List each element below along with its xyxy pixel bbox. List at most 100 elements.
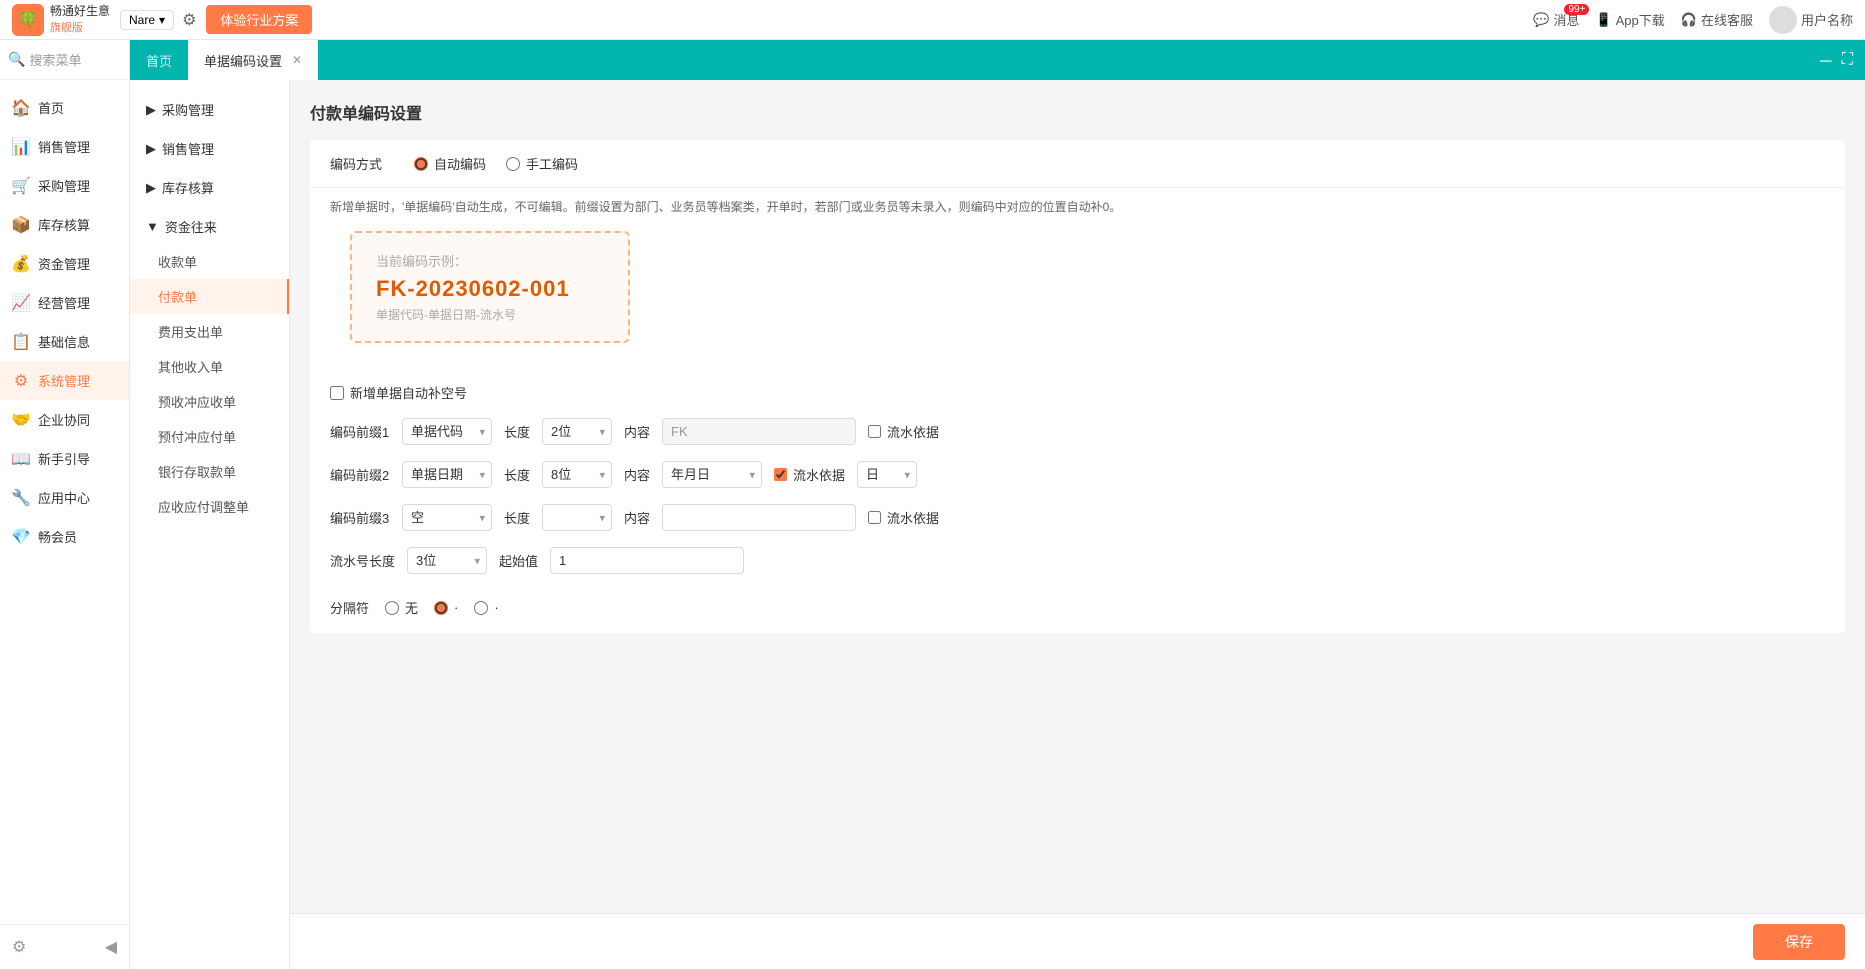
prefix3-select[interactable]: 空 单据代码 部门 业务员: [402, 504, 492, 531]
sidebar-label-finance: 资金管理: [38, 254, 90, 273]
avatar: [1769, 6, 1797, 34]
prefix3-serial-checkbox[interactable]: [868, 511, 881, 524]
auto-encode-radio[interactable]: [414, 157, 428, 171]
prefix2-length-wrapper: 8位 6位 4位: [542, 461, 612, 488]
sub-sidebar-item-adjust[interactable]: 应收应付调整单: [130, 489, 289, 524]
example-area: 当前编码示例： FK-20230602-001 单据代码-单据日期-流水号: [310, 231, 1845, 375]
serial-length-row: 流水号长度 3位 4位 5位 6位 起始值: [330, 547, 1825, 574]
prefix1-serial-checkbox[interactable]: [868, 425, 881, 438]
manual-encode-option[interactable]: 手工编码: [506, 154, 578, 173]
manual-encode-radio[interactable]: [506, 157, 520, 171]
sidebar-label-sales: 销售管理: [38, 137, 90, 156]
gear-icon[interactable]: ⚙: [182, 10, 196, 30]
prefix1-serial-follow[interactable]: 流水依据: [868, 422, 939, 441]
separator-dot-radio[interactable]: [434, 601, 448, 615]
sidebar-label-member: 畅会员: [38, 527, 77, 546]
sidebar-item-finance[interactable]: 💰 资金管理: [0, 244, 129, 283]
sidebar-item-member[interactable]: 💎 畅会员: [0, 517, 129, 556]
prefix2-length-select[interactable]: 8位 6位 4位: [542, 461, 612, 488]
separator-custom-label: ·: [494, 600, 498, 615]
prefix1-select[interactable]: 单据代码 部门 业务员 空: [402, 418, 492, 445]
maximize-button[interactable]: ⛶: [1842, 51, 1853, 69]
prefix3-serial-follow[interactable]: 流水依据: [868, 508, 939, 527]
sub-sidebar-item-payment[interactable]: 付款单: [130, 279, 289, 314]
form-section: 编码前缀1 单据代码 部门 业务员 空 长度: [310, 418, 1845, 598]
separator-none-label: 无: [405, 598, 418, 617]
sub-sidebar-item-bank[interactable]: 银行存取款单: [130, 454, 289, 489]
sub-sidebar-item-other-income[interactable]: 其他收入单: [130, 349, 289, 384]
user-item[interactable]: 用户名称: [1769, 6, 1853, 34]
example-box: 当前编码示例： FK-20230602-001 单据代码-单据日期-流水号: [350, 231, 630, 343]
sidebar-search[interactable]: 🔍 搜索菜单: [0, 40, 129, 80]
sidebar-item-sales[interactable]: 📊 销售管理: [0, 127, 129, 166]
app-download-label: App下载: [1616, 10, 1665, 29]
settings-icon[interactable]: ⚙: [12, 937, 26, 957]
separator-none-radio[interactable]: [385, 601, 399, 615]
sidebar-item-system[interactable]: ⚙ 系统管理: [0, 361, 129, 400]
auto-encode-option[interactable]: 自动编码: [414, 154, 486, 173]
prefix3-length-select[interactable]: [542, 504, 612, 531]
sidebar-label-operation: 经营管理: [38, 293, 90, 312]
sub-sidebar-finance-title[interactable]: ▼ 资金往来: [130, 209, 289, 244]
download-icon: 📱: [1595, 12, 1611, 28]
serial-length-select[interactable]: 3位 4位 5位 6位: [407, 547, 487, 574]
sidebar-item-home[interactable]: 🏠 首页: [0, 88, 129, 127]
minimize-button[interactable]: －: [1818, 48, 1834, 72]
sub-sidebar-item-receipt[interactable]: 收款单: [130, 244, 289, 279]
prefix1-length-wrapper: 2位 3位 4位: [542, 418, 612, 445]
message-item[interactable]: 💬 消息 99+: [1533, 10, 1579, 29]
example-label: 当前编码示例：: [376, 251, 604, 270]
sub-sidebar-item-prepay-recv[interactable]: 预收冲应收单: [130, 384, 289, 419]
app-download-item[interactable]: 📱 App下载: [1595, 10, 1664, 29]
topbar-right: 💬 消息 99+ 📱 App下载 🎧 在线客服 用户名称: [1533, 6, 1853, 34]
chevron-down-icon: ▾: [159, 13, 165, 27]
guide-icon: 📖: [12, 450, 30, 468]
sub-sidebar-purchase-title[interactable]: ▶ 采购管理: [130, 92, 289, 127]
new-auto-fill-input[interactable]: [330, 386, 344, 400]
user-name: 用户名称: [1801, 10, 1853, 29]
tabbar-actions: － ⛶: [1818, 48, 1865, 72]
prefix2-serial-checkbox[interactable]: [774, 468, 787, 481]
sidebar-item-operation[interactable]: 📈 经营管理: [0, 283, 129, 322]
sub-sidebar-item-prepay-pay[interactable]: 预付冲应付单: [130, 419, 289, 454]
save-button[interactable]: 保存: [1753, 924, 1845, 960]
purchase-icon: 🛒: [12, 177, 30, 195]
prefix2-content-select[interactable]: 年月日 年月 年: [662, 461, 762, 488]
prefix1-length-select[interactable]: 2位 3位 4位: [542, 418, 612, 445]
sidebar-item-basic[interactable]: 📋 基础信息: [0, 322, 129, 361]
sub-sidebar-sales-title[interactable]: ▶ 销售管理: [130, 131, 289, 166]
main-content: 付款单编码设置 编码方式 自动编码: [290, 80, 1865, 913]
tab-home[interactable]: 首页: [130, 40, 188, 80]
tab-encoding[interactable]: 单据编码设置 ✕: [188, 40, 318, 80]
sidebar-item-guide[interactable]: 📖 新手引导: [0, 439, 129, 478]
trial-button[interactable]: 体验行业方案: [206, 5, 312, 34]
company-select[interactable]: Nare ▾: [120, 10, 174, 30]
sidebar-item-apps[interactable]: 🔧 应用中心: [0, 478, 129, 517]
main-layout: 🔍 搜索菜单 🏠 首页 📊 销售管理 🛒 采购管理 📦 库存核算 💰: [0, 40, 1865, 969]
day-select[interactable]: 日 月 年: [857, 461, 917, 488]
sub-sidebar-inventory-title[interactable]: ▶ 库存核算: [130, 170, 289, 205]
close-icon[interactable]: ✕: [292, 53, 302, 67]
separator-custom-radio[interactable]: [474, 601, 488, 615]
prefix2-serial-follow[interactable]: 流水依据: [774, 465, 845, 484]
tab-encoding-label: 单据编码设置: [204, 51, 282, 70]
prefix3-content-input[interactable]: [662, 504, 856, 531]
sidebar-item-enterprise[interactable]: 🤝 企业协同: [0, 400, 129, 439]
new-auto-fill-checkbox[interactable]: 新增单据自动补空号: [330, 383, 467, 402]
prefix2-select[interactable]: 单据日期 部门 业务员 空: [402, 461, 492, 488]
sub-sidebar-item-expense[interactable]: 费用支出单: [130, 314, 289, 349]
sub-sidebar: ▶ 采购管理 ▶ 销售管理 ▶ 库存核算: [130, 80, 290, 969]
content-wrapper: 首页 单据编码设置 ✕ － ⛶ ▶ 采购管理: [130, 40, 1865, 969]
start-value-input[interactable]: [550, 547, 744, 574]
online-service-label: 在线客服: [1701, 10, 1753, 29]
sidebar-item-inventory[interactable]: 📦 库存核算: [0, 205, 129, 244]
day-select-wrapper: 日 月 年: [857, 461, 917, 488]
separator-dot[interactable]: ·: [434, 600, 458, 615]
separator-none[interactable]: 无: [385, 598, 418, 617]
collapse-icon[interactable]: ◀: [105, 937, 117, 957]
sidebar-item-purchase[interactable]: 🛒 采购管理: [0, 166, 129, 205]
encoding-type-row: 编码方式 自动编码 手工编码: [310, 140, 1845, 188]
separator-custom[interactable]: ·: [474, 600, 498, 615]
new-auto-fill-label: 新增单据自动补空号: [350, 383, 467, 402]
online-service-item[interactable]: 🎧 在线客服: [1681, 10, 1753, 29]
